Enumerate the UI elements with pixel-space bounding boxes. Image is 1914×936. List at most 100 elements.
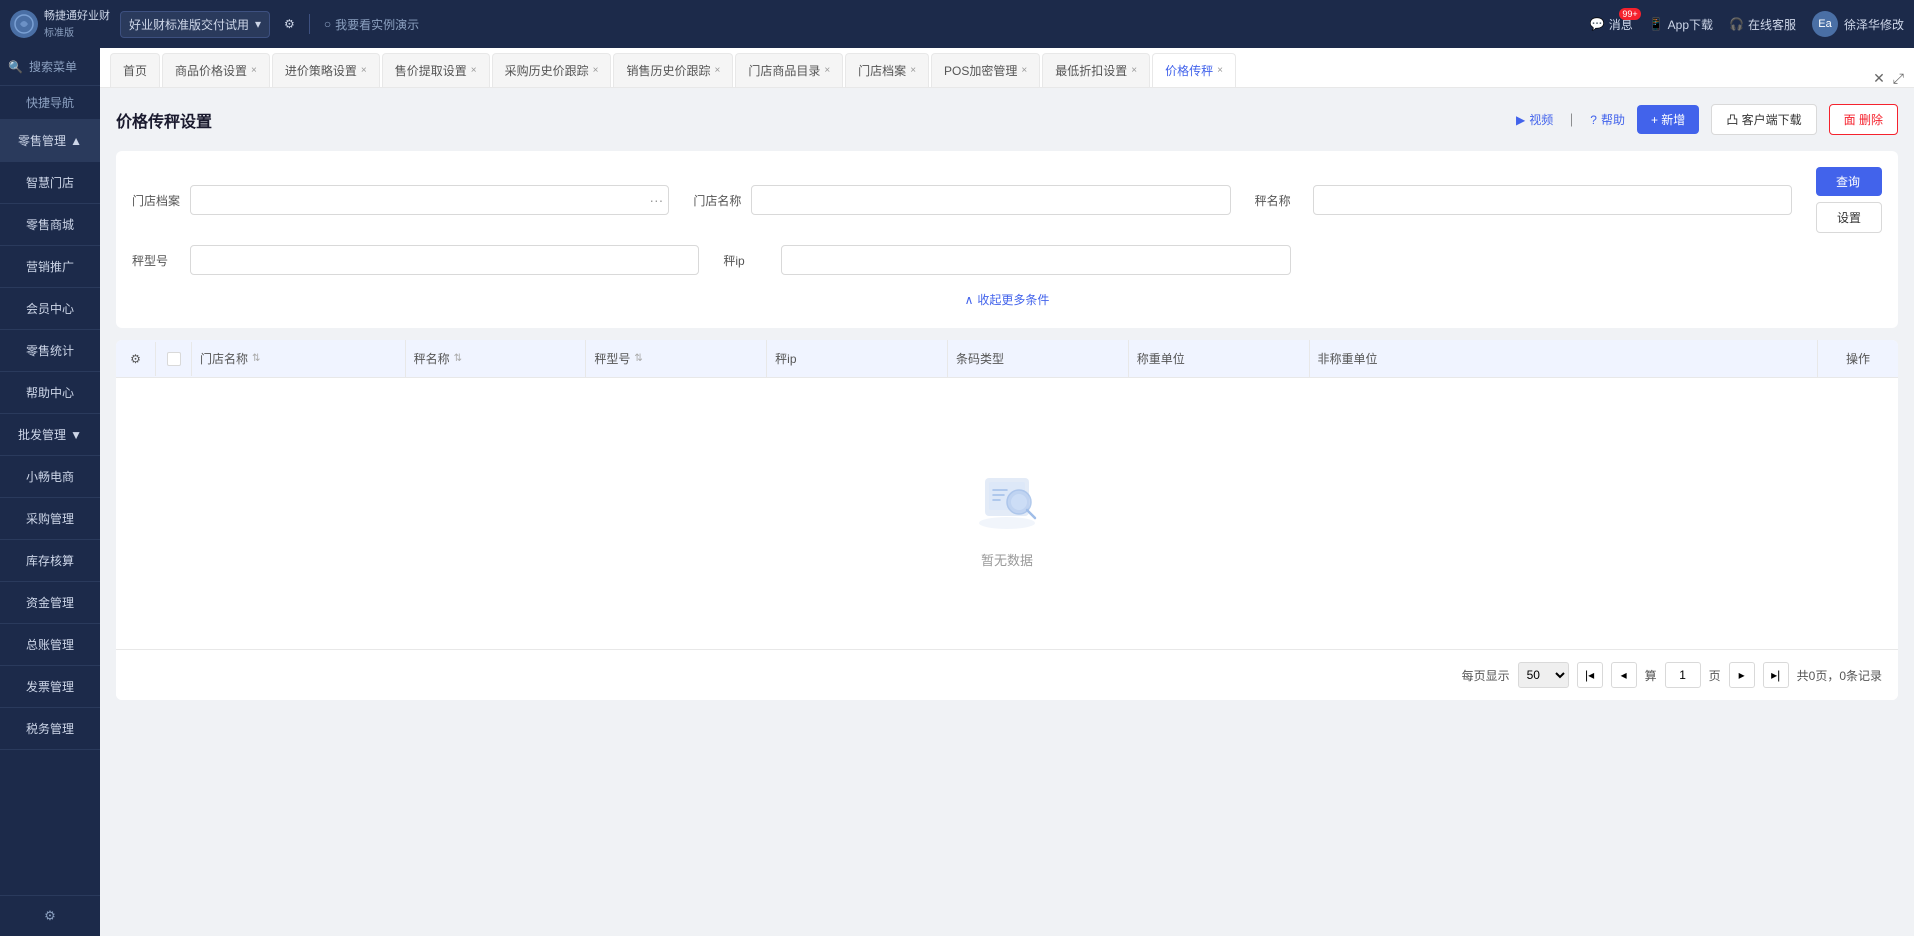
tab-purchase-strategy-close[interactable]: × [361,65,367,76]
first-page-btn[interactable]: |◂ [1577,662,1603,688]
sidebar-item-retail-stats[interactable]: 零售统计 [0,330,100,372]
add-button[interactable]: + 新增 [1637,105,1699,134]
chevron-down-icon: ▾ [255,17,261,31]
scale-model-field: 秤型号 [132,245,699,275]
chevron-down-icon: ▼ [70,428,82,442]
tab-price-scale[interactable]: 价格传秤 × [1152,53,1236,87]
demo-label: 我要看实例演示 [335,16,419,33]
demo-link[interactable]: ○ 我要看实例演示 [324,16,419,33]
tab-sale-history[interactable]: 销售历史价跟踪 × [613,53,733,87]
delete-button-label: 面 删除 [1844,111,1883,128]
store-name-input[interactable] [751,185,1230,215]
th-checkbox[interactable] [156,342,192,376]
sidebar-item-mini-ecom[interactable]: 小畅电商 [0,456,100,498]
scale-model-input[interactable] [190,245,699,275]
sidebar-item-purchase[interactable]: 采购管理 [0,498,100,540]
tab-pos-mgmt-close[interactable]: × [1021,65,1027,76]
sidebar-item-retail-mgmt[interactable]: 零售管理 ▲ [0,120,100,162]
retail-stats-label: 零售统计 [26,342,74,359]
table-container: ⚙ 门店名称 ⇅ 秤名称 ⇅ 秤型号 ⇅ [116,340,1898,700]
tab-pos-mgmt[interactable]: POS加密管理 × [931,53,1040,87]
th-ops-label: 操作 [1846,350,1870,367]
tab-min-discount-label: 最低折扣设置 [1055,62,1127,79]
tab-bar: 首页 商品价格设置 × 进价策略设置 × 售价提取设置 × 采购历史价跟踪 × … [100,48,1914,88]
tab-commodity-price[interactable]: 商品价格设置 × [162,53,270,87]
scale-name-field: 秤名称 [1255,185,1792,215]
tab-store-archive-close[interactable]: × [910,65,916,76]
service-btn[interactable]: 🎧 在线客服 [1729,16,1796,33]
tab-purchase-history-close[interactable]: × [593,65,599,76]
tab-purchase-strategy[interactable]: 进价策略设置 × [272,53,380,87]
action-btns: 查询 设置 [1816,167,1882,233]
sidebar-search[interactable]: 🔍 搜索菜单 [0,48,100,86]
settings-col-icon: ⚙ [130,352,141,366]
sidebar-item-invoice[interactable]: 发票管理 [0,666,100,708]
store-archive-input[interactable] [190,185,669,215]
th-store-name[interactable]: 门店名称 ⇅ [192,340,406,377]
setup-button[interactable]: 设置 [1816,202,1882,233]
tab-sale-price[interactable]: 售价提取设置 × [382,53,490,87]
sidebar-item-tax[interactable]: 税务管理 [0,708,100,750]
scale-ip-label: 秤ip [723,252,773,269]
tab-home[interactable]: 首页 [110,53,160,87]
divider-video-help: ｜ [1565,110,1578,129]
tab-min-discount[interactable]: 最低折扣设置 × [1042,53,1150,87]
tab-sale-price-close[interactable]: × [471,65,477,76]
user-area[interactable]: Ea 徐泽华修改 [1812,11,1904,37]
tab-expand-icon[interactable]: ⤢ [1893,70,1904,87]
tab-purchase-history[interactable]: 采购历史价跟踪 × [492,53,612,87]
scale-ip-field: 秤ip [723,245,1290,275]
page-input[interactable] [1665,662,1701,688]
sidebar-item-member[interactable]: 会员中心 [0,288,100,330]
setup-button-label: 设置 [1837,209,1861,226]
th-settings[interactable]: ⚙ [116,342,156,376]
sidebar-item-retail-mall[interactable]: 零售商城 [0,204,100,246]
sidebar-item-ledger[interactable]: 总账管理 [0,624,100,666]
sidebar-settings-btn[interactable]: ⚙ [0,895,100,936]
delete-button[interactable]: 面 删除 [1829,104,1898,135]
download-button[interactable]: 凸 客户端下载 [1711,104,1816,135]
store-archive-icon[interactable]: ··· [649,192,663,208]
add-button-label: + 新增 [1651,111,1685,128]
collapse-row[interactable]: ∧ 收起更多条件 [132,287,1882,312]
th-scale-name[interactable]: 秤名称 ⇅ [406,340,587,377]
th-scale-model[interactable]: 秤型号 ⇅ [586,340,767,377]
sidebar-item-help[interactable]: 帮助中心 [0,372,100,414]
sidebar-item-wholesale[interactable]: 批发管理 ▼ [0,414,100,456]
tab-price-scale-close[interactable]: × [1217,65,1223,76]
tab-sale-history-close[interactable]: × [714,65,720,76]
sidebar-quicknav[interactable]: 快捷导航 [0,86,100,120]
version-selector[interactable]: 好业财标准版交付试用 ▾ [120,11,270,38]
help-icon: ? [1590,113,1597,127]
app-download-btn[interactable]: 📱 App下载 [1649,16,1713,33]
scale-name-input[interactable] [1313,185,1792,215]
tab-store-catalog-close[interactable]: × [824,65,830,76]
tab-min-discount-close[interactable]: × [1131,65,1137,76]
settings-btn[interactable]: ⚙ [284,17,295,31]
sidebar-item-inventory[interactable]: 库存核算 [0,540,100,582]
video-label: 视频 [1529,111,1553,128]
tab-close-icon[interactable]: ✕ [1873,70,1885,87]
tab-store-catalog[interactable]: 门店商品目录 × [735,53,843,87]
search-button[interactable]: 查询 [1816,167,1882,196]
video-link[interactable]: ▶ 视频 [1516,111,1553,128]
next-page-btn[interactable]: ▸ [1729,662,1755,688]
sidebar-item-finance[interactable]: 资金管理 [0,582,100,624]
prev-page-btn[interactable]: ◂ [1611,662,1637,688]
page-unit: 页 [1709,667,1721,684]
page-size-select[interactable]: 50 10 20 100 [1518,662,1569,688]
help-label: 帮助 [1601,111,1625,128]
message-btn[interactable]: 💬 消息 99+ [1590,16,1633,33]
tab-store-archive[interactable]: 门店档案 × [845,53,929,87]
table-header: ⚙ 门店名称 ⇅ 秤名称 ⇅ 秤型号 ⇅ [116,340,1898,378]
last-page-btn[interactable]: ▸| [1763,662,1789,688]
sidebar-item-smart-store[interactable]: 智慧门店 [0,162,100,204]
tab-commodity-price-close[interactable]: × [251,65,257,76]
chevron-up-icon: ∧ [965,293,974,307]
scale-ip-input[interactable] [781,245,1290,275]
help-link[interactable]: ? 帮助 [1590,111,1625,128]
table-empty: 暂无数据 [116,378,1898,649]
th-scale-ip: 秤ip [767,340,948,377]
header-checkbox[interactable] [167,352,181,366]
sidebar-item-marketing[interactable]: 营销推广 [0,246,100,288]
